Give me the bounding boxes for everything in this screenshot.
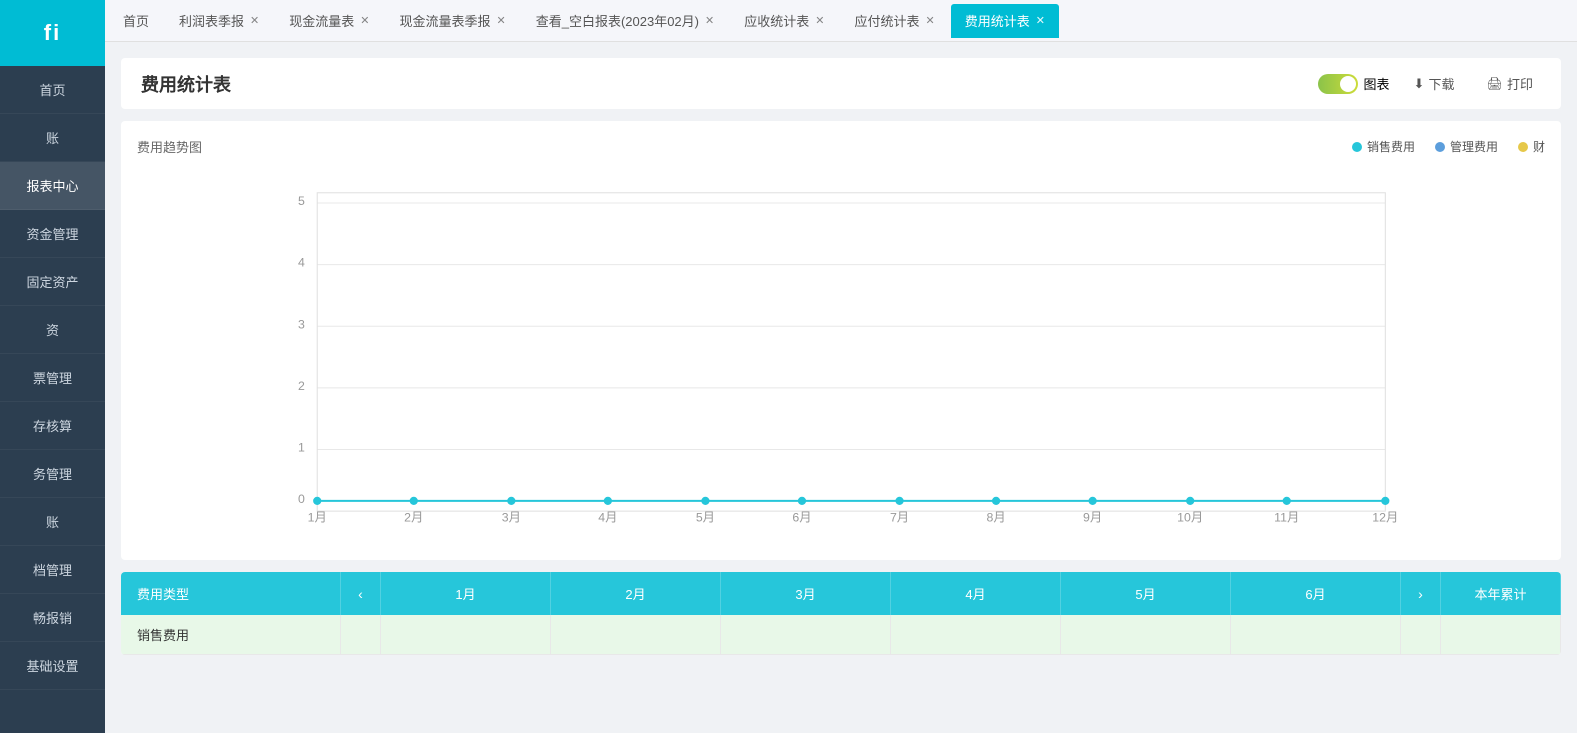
sidebar-item-investment[interactable]: 资 <box>0 306 105 354</box>
tab-profit[interactable]: 利润表季报 ✕ <box>165 4 273 38</box>
close-tab-cashflow[interactable]: ✕ <box>360 14 369 27</box>
th-month-6: 6月 <box>1231 572 1401 615</box>
sidebar-item-capital[interactable]: 资金管理 <box>0 210 105 258</box>
table-section: 费用类型 ‹ 1月 2月 3月 4月 5月 6月 › 本年累计 销售费用 <box>121 572 1561 655</box>
sidebar-item-service[interactable]: 务管理 <box>0 450 105 498</box>
tab-receivable[interactable]: 应收统计表 ✕ <box>730 4 838 38</box>
svg-text:6月: 6月 <box>792 510 811 524</box>
th-month-1: 1月 <box>381 572 551 615</box>
sidebar-scroll: 首页 账 报表中心 资金管理 固定资产 资 票管理 存核算 务管理 账 档管理 … <box>0 66 105 733</box>
legend-finance: 财 <box>1518 138 1545 155</box>
close-tab-view-blank[interactable]: ✕ <box>705 14 714 27</box>
svg-text:2: 2 <box>298 379 305 393</box>
tab-home[interactable]: 首页 <box>109 4 163 38</box>
close-tab-profit[interactable]: ✕ <box>250 14 259 27</box>
svg-text:5: 5 <box>298 194 305 208</box>
print-button[interactable]: 🖨 打印 <box>1478 70 1541 97</box>
chart-toggle[interactable] <box>1318 74 1358 94</box>
sidebar: fi 首页 账 报表中心 资金管理 固定资产 资 票管理 存核算 务管理 账 档… <box>0 0 105 733</box>
legend-dot-finance <box>1518 142 1528 152</box>
th-month-5: 5月 <box>1061 572 1231 615</box>
th-type: 费用类型 <box>121 572 341 615</box>
svg-text:12月: 12月 <box>1372 510 1398 524</box>
sidebar-item-reports[interactable]: 报表中心 <box>0 162 105 210</box>
svg-text:3月: 3月 <box>502 510 521 524</box>
th-month-4: 4月 <box>891 572 1061 615</box>
td-m4 <box>891 615 1061 654</box>
table-row-sales: 销售费用 <box>121 615 1561 655</box>
svg-text:5月: 5月 <box>696 510 715 524</box>
download-icon: ⬇ <box>1414 76 1425 92</box>
chart-area: 5 4 3 2 1 0 <box>137 164 1545 544</box>
page-title: 费用统计表 <box>141 71 231 97</box>
th-month-2: 2月 <box>551 572 721 615</box>
close-tab-cashflow-quarter[interactable]: ✕ <box>497 14 506 27</box>
tab-cashflow-quarter[interactable]: 现金流量表季报 ✕ <box>385 4 519 38</box>
tab-view-blank[interactable]: 查看_空白报表(2023年02月) ✕ <box>522 4 729 38</box>
close-tab-receivable[interactable]: ✕ <box>815 14 824 27</box>
sidebar-item-write-off[interactable]: 畅报销 <box>0 594 105 642</box>
legend-label-finance: 财 <box>1533 138 1545 155</box>
chart-card: 费用趋势图 销售费用 管理费用 财 <box>121 121 1561 560</box>
th-next-arrow[interactable]: › <box>1401 572 1441 615</box>
legend-sales: 销售费用 <box>1352 138 1415 155</box>
th-month-3: 3月 <box>721 572 891 615</box>
main-area: 首页 利润表季报 ✕ 现金流量表 ✕ 现金流量表季报 ✕ 查看_空白报表(202… <box>105 0 1577 733</box>
svg-text:0: 0 <box>298 492 305 506</box>
td-m3 <box>721 615 891 654</box>
legend-label-sales: 销售费用 <box>1367 138 1415 155</box>
legend-dot-mgmt <box>1435 142 1445 152</box>
th-ytd: 本年累计 <box>1441 572 1561 615</box>
tab-cashflow[interactable]: 现金流量表 ✕ <box>275 4 383 38</box>
svg-text:7月: 7月 <box>890 510 909 524</box>
svg-text:9月: 9月 <box>1083 510 1102 524</box>
legend-label-mgmt: 管理费用 <box>1450 138 1498 155</box>
chart-legend: 销售费用 管理费用 财 <box>1352 138 1545 155</box>
sidebar-item-inventory[interactable]: 存核算 <box>0 402 105 450</box>
table-header: 费用类型 ‹ 1月 2月 3月 4月 5月 6月 › 本年累计 <box>121 572 1561 615</box>
sidebar-item-invoice[interactable]: 票管理 <box>0 354 105 402</box>
svg-text:1月: 1月 <box>308 510 327 524</box>
td-empty-2 <box>1401 615 1441 654</box>
close-tab-expense[interactable]: ✕ <box>1036 14 1045 27</box>
svg-text:8月: 8月 <box>986 510 1005 524</box>
chart-toggle-label: 图表 <box>1364 74 1390 93</box>
td-empty-1 <box>341 615 381 654</box>
sidebar-item-archive[interactable]: 档管理 <box>0 546 105 594</box>
legend-dot-sales <box>1352 142 1362 152</box>
tab-expense[interactable]: 费用统计表 ✕ <box>951 4 1059 38</box>
download-button[interactable]: ⬇ 下载 <box>1406 70 1463 97</box>
sidebar-item-settings[interactable]: 基础设置 <box>0 642 105 690</box>
svg-text:3: 3 <box>298 317 305 331</box>
sidebar-item-ledger[interactable]: 账 <box>0 498 105 546</box>
svg-text:4: 4 <box>298 256 305 270</box>
sidebar-item-account[interactable]: 账 <box>0 114 105 162</box>
td-ytd <box>1441 615 1561 654</box>
svg-text:10月: 10月 <box>1177 510 1203 524</box>
sidebar-item-fixed-assets[interactable]: 固定资产 <box>0 258 105 306</box>
sidebar-logo: fi <box>0 0 105 66</box>
svg-text:2月: 2月 <box>404 510 423 524</box>
tab-payable[interactable]: 应付统计表 ✕ <box>840 4 948 38</box>
svg-text:1: 1 <box>298 441 305 455</box>
td-type-sales: 销售费用 <box>121 615 341 654</box>
td-m1 <box>381 615 551 654</box>
page-header: 费用统计表 图表 ⬇ 下载 🖨 打印 <box>121 58 1561 109</box>
tabs-bar: 首页 利润表季报 ✕ 现金流量表 ✕ 现金流量表季报 ✕ 查看_空白报表(202… <box>105 0 1577 42</box>
print-icon: 🖨 <box>1486 76 1503 92</box>
chart-title: 费用趋势图 <box>137 137 202 156</box>
td-m6 <box>1231 615 1401 654</box>
content-area: 费用统计表 图表 ⬇ 下载 🖨 打印 费用趋势图 <box>105 42 1577 733</box>
toggle-wrapper: 图表 <box>1318 74 1390 94</box>
svg-text:4月: 4月 <box>598 510 617 524</box>
legend-mgmt: 管理费用 <box>1435 138 1498 155</box>
th-prev-arrow[interactable]: ‹ <box>341 572 381 615</box>
header-actions: 图表 ⬇ 下载 🖨 打印 <box>1318 70 1541 97</box>
close-tab-payable[interactable]: ✕ <box>925 14 934 27</box>
sidebar-item-home[interactable]: 首页 <box>0 66 105 114</box>
td-m2 <box>551 615 721 654</box>
td-m5 <box>1061 615 1231 654</box>
svg-text:11月: 11月 <box>1274 510 1299 524</box>
chart-svg: 5 4 3 2 1 0 <box>137 164 1545 544</box>
